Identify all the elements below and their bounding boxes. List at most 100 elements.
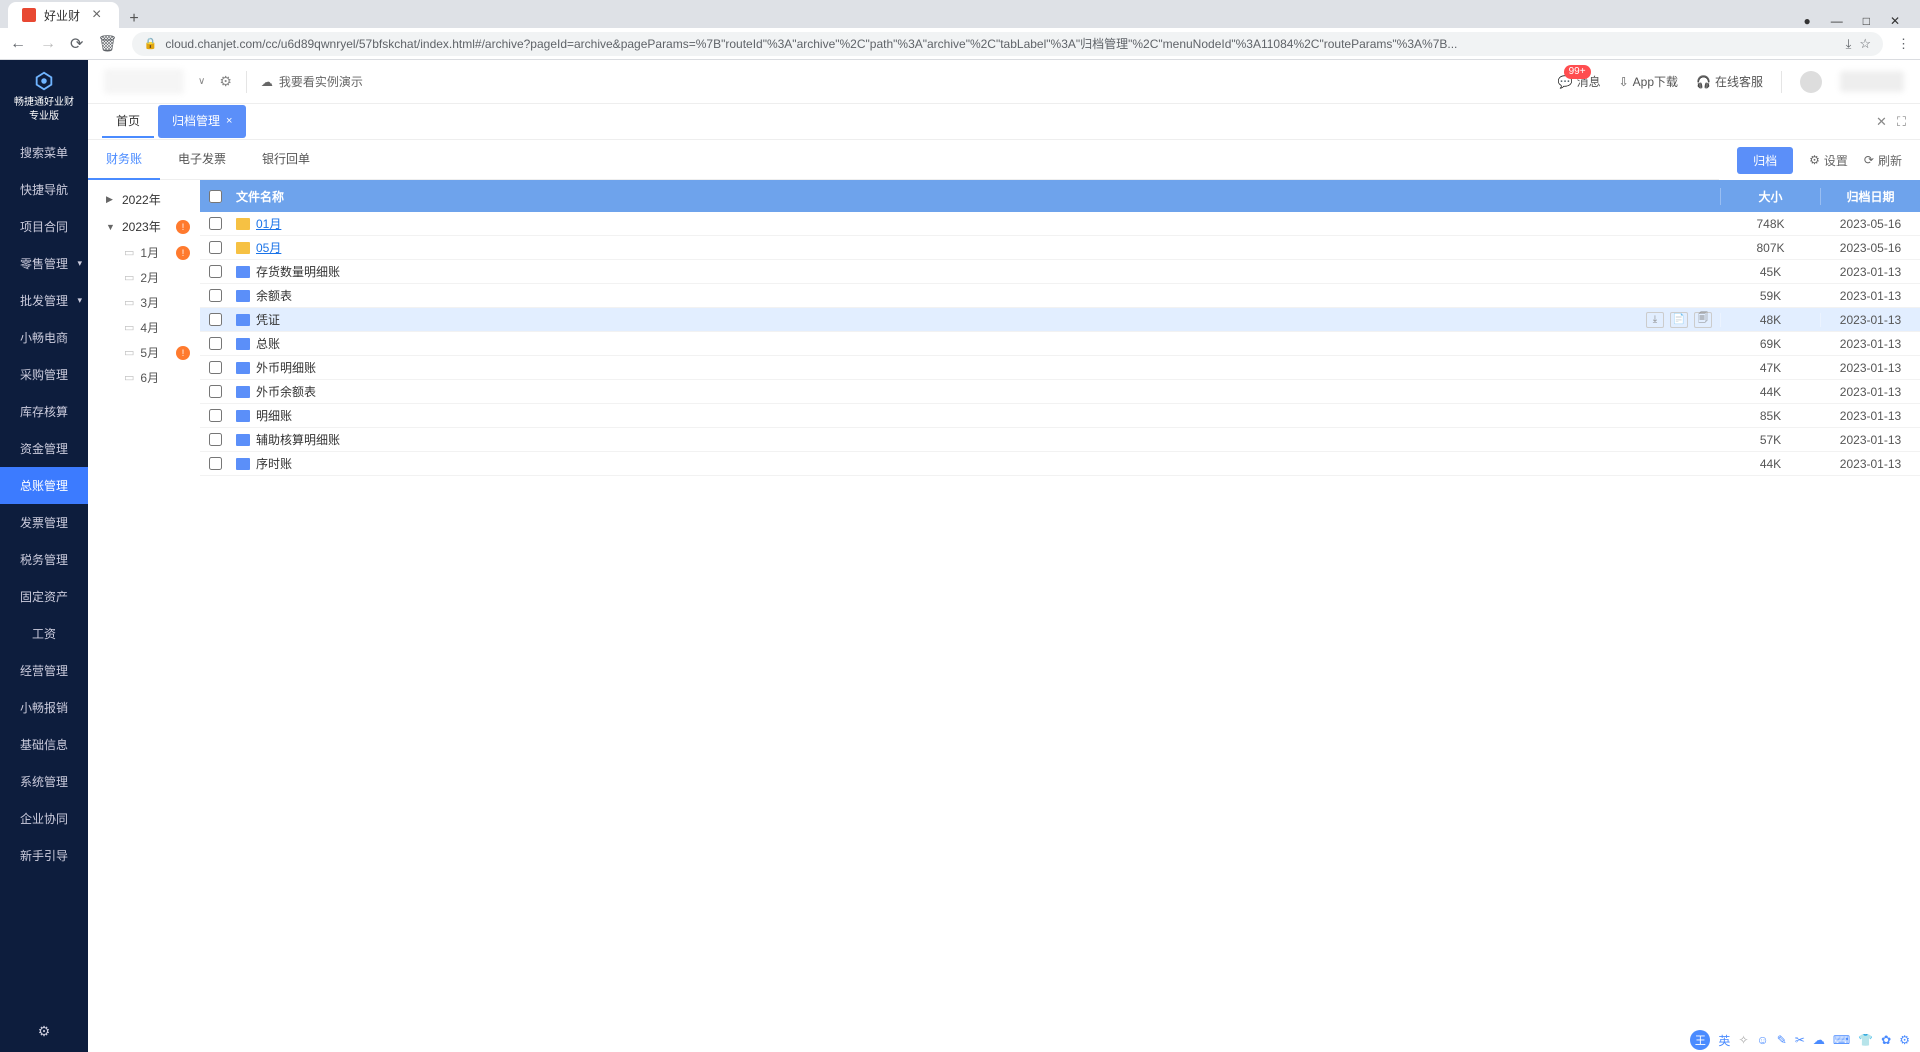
refresh-link[interactable]: ⟳刷新 (1864, 152, 1902, 169)
tree-month[interactable]: ▭3月 (88, 290, 200, 315)
tray-icon[interactable]: ✂ (1795, 1033, 1805, 1047)
row-checkbox[interactable] (209, 337, 222, 350)
action-icon[interactable]: 📄 (1670, 312, 1688, 328)
file-link[interactable]: 05月 (256, 239, 281, 256)
demo-link[interactable]: ☁ 我要看实例演示 (261, 73, 363, 90)
star-icon[interactable]: ☆ (1859, 36, 1871, 52)
tray-icon[interactable]: ☁ (1813, 1033, 1825, 1047)
tabs-close-all-icon[interactable]: ✕ (1876, 114, 1887, 130)
file-link[interactable]: 01月 (256, 215, 281, 232)
tree-month[interactable]: ▭6月 (88, 365, 200, 390)
tree-month[interactable]: ▭2月 (88, 265, 200, 290)
subtab-2[interactable]: 银行回单 (244, 140, 328, 180)
tree-year[interactable]: ▶2022年 (88, 186, 200, 213)
tray-icon[interactable]: ☺ (1757, 1033, 1769, 1047)
sidebar-item-1[interactable]: 快捷导航 (0, 171, 88, 208)
table-row[interactable]: 总账69K2023-01-13 (200, 332, 1920, 356)
tray-icon[interactable]: ✿ (1881, 1033, 1891, 1047)
window-minimize-button[interactable]: — (1831, 14, 1843, 28)
subtab-1[interactable]: 电子发票 (160, 140, 244, 180)
row-checkbox[interactable] (209, 457, 222, 470)
sidebar-item-18[interactable]: 企业协同 (0, 800, 88, 837)
trash-icon[interactable]: 🗑 (97, 34, 117, 54)
reload-icon[interactable]: ⟳ (70, 34, 83, 54)
settings-link[interactable]: ⚙设置 (1809, 152, 1848, 169)
tree-year[interactable]: ▼2023年! (88, 213, 200, 240)
sidebar-item-14[interactable]: 经营管理 (0, 652, 88, 689)
table-row[interactable]: 外币明细账47K2023-01-13 (200, 356, 1920, 380)
row-checkbox[interactable] (209, 385, 222, 398)
tray-icon[interactable]: ✎ (1777, 1033, 1787, 1047)
table-row[interactable]: 01月748K2023-05-16 (200, 212, 1920, 236)
row-checkbox[interactable] (209, 289, 222, 302)
sidebar-item-10[interactable]: 发票管理 (0, 504, 88, 541)
nav-forward-icon[interactable]: → (40, 35, 56, 53)
sidebar-item-19[interactable]: 新手引导 (0, 837, 88, 874)
browser-menu-icon[interactable]: ⋮ (1897, 36, 1910, 52)
url-bar[interactable]: 🔒 cloud.chanjet.com/cc/u6d89qwnryel/57bf… (132, 32, 1883, 56)
window-close-button[interactable]: ✕ (1890, 14, 1900, 28)
row-checkbox[interactable] (209, 217, 222, 230)
tree-month[interactable]: ▭1月! (88, 240, 200, 265)
subtab-0[interactable]: 财务账 (88, 140, 160, 180)
sidebar-item-12[interactable]: 固定资产 (0, 578, 88, 615)
browser-tab[interactable]: 好业财 × (8, 2, 119, 28)
row-checkbox[interactable] (209, 313, 222, 326)
sidebar-item-4[interactable]: 批发管理▾ (0, 282, 88, 319)
nav-back-icon[interactable]: ← (10, 35, 26, 53)
sidebar-item-9[interactable]: 总账管理 (0, 467, 88, 504)
app-download-button[interactable]: ⇩ App下载 (1619, 73, 1678, 90)
window-maximize-button[interactable]: □ (1863, 14, 1870, 28)
sidebar-settings-icon[interactable]: ⚙ (0, 1011, 88, 1052)
avatar[interactable] (1800, 71, 1822, 93)
support-button[interactable]: 🎧 在线客服 (1696, 73, 1763, 90)
tray-icon[interactable]: 👕 (1858, 1033, 1873, 1047)
sidebar-item-13[interactable]: 工资 (0, 615, 88, 652)
sidebar-item-15[interactable]: 小畅报销 (0, 689, 88, 726)
org-selector[interactable] (104, 69, 184, 94)
gear-icon[interactable]: ⚙ (219, 73, 232, 90)
tab-home[interactable]: 首页 (102, 105, 154, 138)
row-checkbox[interactable] (209, 265, 222, 278)
sidebar-item-7[interactable]: 库存核算 (0, 393, 88, 430)
fullscreen-icon[interactable]: ⛶ (1897, 114, 1906, 130)
table-row[interactable]: 存货数量明细账45K2023-01-13 (200, 260, 1920, 284)
close-tab-icon[interactable]: × (88, 6, 105, 24)
sidebar-item-6[interactable]: 采购管理 (0, 356, 88, 393)
table-row[interactable]: 辅助核算明细账57K2023-01-13 (200, 428, 1920, 452)
sidebar-item-3[interactable]: 零售管理▾ (0, 245, 88, 282)
row-checkbox[interactable] (209, 361, 222, 374)
table-row[interactable]: 外币余额表44K2023-01-13 (200, 380, 1920, 404)
new-tab-button[interactable]: + (129, 10, 138, 28)
table-row[interactable]: 余额表59K2023-01-13 (200, 284, 1920, 308)
table-row[interactable]: 序时账44K2023-01-13 (200, 452, 1920, 476)
row-checkbox[interactable] (209, 409, 222, 422)
table-row[interactable]: 05月807K2023-05-16 (200, 236, 1920, 260)
sidebar-item-17[interactable]: 系统管理 (0, 763, 88, 800)
tray-icon[interactable]: ⚙ (1899, 1033, 1910, 1047)
tree-month[interactable]: ▭5月! (88, 340, 200, 365)
row-checkbox[interactable] (209, 433, 222, 446)
table-row[interactable]: 明细账85K2023-01-13 (200, 404, 1920, 428)
messages-button[interactable]: 99+ 💬 消息 (1558, 73, 1601, 90)
ime-lang[interactable]: 英 (1718, 1032, 1730, 1049)
sidebar-item-11[interactable]: 税务管理 (0, 541, 88, 578)
close-icon[interactable]: × (226, 115, 232, 127)
tray-icon[interactable]: ✧ (1738, 1033, 1748, 1047)
sidebar-item-16[interactable]: 基础信息 (0, 726, 88, 763)
user-name[interactable] (1840, 71, 1904, 92)
chevron-down-icon[interactable]: ∨ (198, 76, 205, 87)
install-icon[interactable]: ⤓ (1846, 36, 1852, 52)
select-all-checkbox[interactable] (209, 190, 222, 203)
tray-icon[interactable]: ⌨ (1833, 1033, 1850, 1047)
sidebar-item-2[interactable]: 项目合同 (0, 208, 88, 245)
action-icon[interactable]: 🗐 (1694, 312, 1712, 328)
sidebar-item-5[interactable]: 小畅电商 (0, 319, 88, 356)
table-row[interactable]: 凭证⤓📄🗐48K2023-01-13 (200, 308, 1920, 332)
window-dot-icon[interactable]: ● (1803, 14, 1810, 28)
archive-button[interactable]: 归档 (1737, 147, 1793, 174)
row-checkbox[interactable] (209, 241, 222, 254)
sidebar-item-8[interactable]: 资金管理 (0, 430, 88, 467)
tree-month[interactable]: ▭4月 (88, 315, 200, 340)
action-icon[interactable]: ⤓ (1646, 312, 1664, 328)
